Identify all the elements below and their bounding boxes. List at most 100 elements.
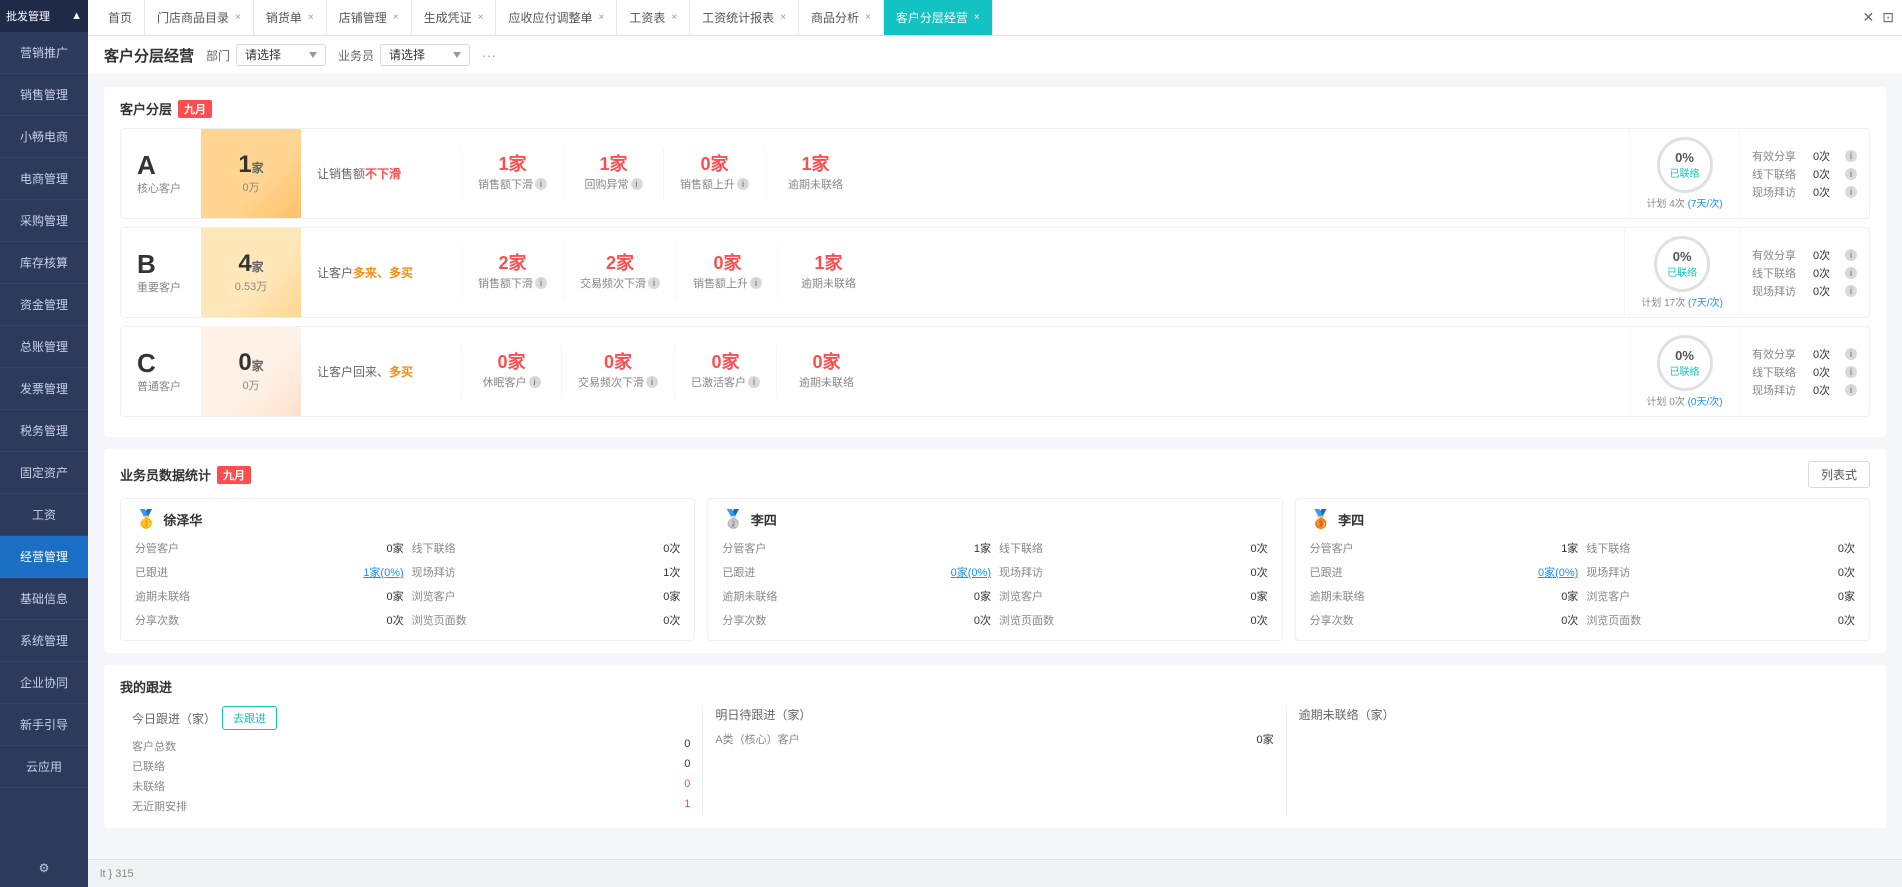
sidebar-item-库存核算[interactable]: 库存核算 bbox=[0, 242, 88, 284]
tab-close-icon[interactable]: × bbox=[235, 13, 241, 23]
staff-stat-row: 浏览客户0家 bbox=[999, 586, 1268, 606]
tier-metrics-B: 2家销售额下滑i2家交易频次下滑i0家销售额上升i1家逾期未联络 bbox=[461, 228, 1624, 317]
sidebar-item-资金管理[interactable]: 资金管理 bbox=[0, 284, 88, 326]
info-icon-small[interactable]: i bbox=[1845, 150, 1857, 162]
tab-item-销货单[interactable]: 销货单× bbox=[254, 0, 327, 36]
sidebar-item-销售管理[interactable]: 销售管理 bbox=[0, 74, 88, 116]
tab-item-工资表[interactable]: 工资表× bbox=[617, 0, 690, 36]
right-stat-label: 有效分享 bbox=[1752, 247, 1796, 263]
metric-num: 2家 bbox=[498, 254, 526, 272]
tab-item-客户分层经营[interactable]: 客户分层经营× bbox=[884, 0, 993, 36]
info-icon[interactable]: i bbox=[737, 178, 749, 190]
tier-name: 核心客户 bbox=[137, 180, 181, 196]
sidebar-top-item[interactable]: 批发管理 ▲ bbox=[0, 0, 88, 32]
info-icon[interactable]: i bbox=[648, 277, 660, 289]
tier-label-B: B重要客户 bbox=[121, 228, 201, 317]
info-icon-small[interactable]: i bbox=[1845, 366, 1857, 378]
info-icon-small[interactable]: i bbox=[1845, 348, 1857, 360]
info-icon-small[interactable]: i bbox=[1845, 168, 1857, 180]
sidebar-item-云应用[interactable]: 云应用 bbox=[0, 746, 88, 788]
staff-stat-value[interactable]: 0家(0%) bbox=[1538, 564, 1578, 580]
filter-more-icon[interactable]: ··· bbox=[482, 47, 496, 63]
tab-close-icon[interactable]: × bbox=[974, 13, 980, 23]
tab-item-门店商品目录[interactable]: 门店商品目录× bbox=[145, 0, 254, 36]
list-view-button[interactable]: 列表式 bbox=[1808, 461, 1870, 488]
info-icon[interactable]: i bbox=[750, 277, 762, 289]
sidebar-item-企业协同[interactable]: 企业协同 bbox=[0, 662, 88, 704]
sidebar-item-电商管理[interactable]: 电商管理 bbox=[0, 158, 88, 200]
sidebar-item-经营管理[interactable]: 经营管理 bbox=[0, 536, 88, 578]
restore-icon[interactable]: ⊡ bbox=[1882, 9, 1894, 26]
metric-item: 0家交易频次下滑i bbox=[561, 345, 674, 398]
sidebar-item-发票管理[interactable]: 发票管理 bbox=[0, 368, 88, 410]
info-icon[interactable]: i bbox=[529, 376, 541, 388]
info-icon[interactable]: i bbox=[631, 178, 643, 190]
tier-contact-A: 0% 已联络 计划 4次 (7天/次) bbox=[1629, 129, 1739, 218]
tab-close-icon[interactable]: × bbox=[671, 13, 677, 23]
contact-status: 已联络 bbox=[1667, 264, 1697, 279]
info-icon[interactable]: i bbox=[646, 376, 658, 388]
tab-item-生成凭证[interactable]: 生成凭证× bbox=[412, 0, 497, 36]
info-icon[interactable]: i bbox=[535, 178, 547, 190]
tab-close-icon[interactable]: × bbox=[865, 13, 871, 23]
sidebar-settings[interactable]: ⚙ bbox=[0, 849, 88, 887]
staff-stat-value[interactable]: 1家(0%) bbox=[363, 564, 403, 580]
contact-link[interactable]: (7天/次) bbox=[1688, 199, 1723, 210]
business-stats-header: 业务员数据统计 九月 列表式 bbox=[120, 461, 1870, 488]
staff-filter: 业务员 请选择 bbox=[338, 44, 470, 66]
staff-stat-row: 分享次数0次 bbox=[1310, 610, 1579, 630]
staff-stat-label: 线下联络 bbox=[999, 540, 1043, 556]
tab-close-icon[interactable]: × bbox=[393, 13, 399, 23]
info-icon-small[interactable]: i bbox=[1845, 249, 1857, 261]
staff-stat-row: 分管客户1家 bbox=[722, 538, 991, 558]
metric-num: 0家 bbox=[713, 254, 741, 272]
info-icon[interactable]: i bbox=[748, 376, 760, 388]
tab-close-icon[interactable]: × bbox=[598, 13, 604, 23]
staff-select[interactable]: 请选择 bbox=[380, 44, 470, 66]
sidebar-item-税务管理[interactable]: 税务管理 bbox=[0, 410, 88, 452]
staff-stat-value: 0次 bbox=[663, 612, 680, 628]
sidebar-collapse-icon[interactable]: ▲ bbox=[71, 10, 82, 22]
contact-link[interactable]: (0天/次) bbox=[1688, 397, 1723, 408]
tab-close-icon[interactable]: × bbox=[478, 13, 484, 23]
info-icon-small[interactable]: i bbox=[1845, 267, 1857, 279]
sidebar-item-系统管理[interactable]: 系统管理 bbox=[0, 620, 88, 662]
tab-item-首页[interactable]: 首页 bbox=[96, 0, 145, 36]
staff-stat-row: 浏览页面数0次 bbox=[1586, 610, 1855, 630]
sidebar-item-新手引导[interactable]: 新手引导 bbox=[0, 704, 88, 746]
dept-select[interactable]: 请选择 bbox=[236, 44, 326, 66]
sidebar-item-固定资产[interactable]: 固定资产 bbox=[0, 452, 88, 494]
goto-followup-button[interactable]: 去跟进 bbox=[222, 706, 277, 730]
sidebar-item-总账管理[interactable]: 总账管理 bbox=[0, 326, 88, 368]
close-icon[interactable]: ✕ bbox=[1863, 9, 1875, 26]
tier-contact-B: 0% 已联络 计划 17次 (7天/次) bbox=[1624, 228, 1739, 317]
tab-item-商品分析[interactable]: 商品分析× bbox=[799, 0, 884, 36]
info-icon[interactable]: i bbox=[535, 277, 547, 289]
sidebar-item-营销推广[interactable]: 营销推广 bbox=[0, 32, 88, 74]
staff-stat-row: 浏览页面数0次 bbox=[412, 610, 681, 630]
contact-link[interactable]: (7天/次) bbox=[1688, 298, 1723, 309]
staff-stat-value[interactable]: 0家(0%) bbox=[951, 564, 991, 580]
sidebar-item-基础信息[interactable]: 基础信息 bbox=[0, 578, 88, 620]
staff-stat-value: 0家 bbox=[1561, 588, 1578, 604]
sidebar-item-小畅电商[interactable]: 小畅电商 bbox=[0, 116, 88, 158]
tab-close-area[interactable]: ✕ ⊡ bbox=[1863, 9, 1894, 26]
info-icon-small[interactable]: i bbox=[1845, 186, 1857, 198]
sidebar-item-采购管理[interactable]: 采购管理 bbox=[0, 200, 88, 242]
staff-stat-value: 0次 bbox=[1838, 540, 1855, 556]
info-icon-small[interactable]: i bbox=[1845, 285, 1857, 297]
tab-close-icon[interactable]: × bbox=[780, 13, 786, 23]
right-stat-label: 线下联络 bbox=[1752, 364, 1796, 380]
right-stat-val: 0次 bbox=[1813, 382, 1830, 398]
tab-item-工资统计报表[interactable]: 工资统计报表× bbox=[690, 0, 799, 36]
sidebar-item-工资[interactable]: 工资 bbox=[0, 494, 88, 536]
info-icon-small[interactable]: i bbox=[1845, 384, 1857, 396]
staff-stats-grid: 分管客户0家线下联络0次已跟进1家(0%)现场拜访1次逾期未联络0家浏览客户0家… bbox=[135, 538, 680, 630]
tab-item-应收应付调整单[interactable]: 应收应付调整单× bbox=[496, 0, 617, 36]
tab-item-店铺管理[interactable]: 店铺管理× bbox=[327, 0, 412, 36]
tier-label-A: A核心客户 bbox=[121, 129, 201, 218]
tab-close-icon[interactable]: × bbox=[308, 13, 314, 23]
staff-stat-value: 1家 bbox=[974, 540, 991, 556]
metric-num: 1家 bbox=[599, 155, 627, 173]
tier-amount: 0万 bbox=[242, 377, 259, 393]
